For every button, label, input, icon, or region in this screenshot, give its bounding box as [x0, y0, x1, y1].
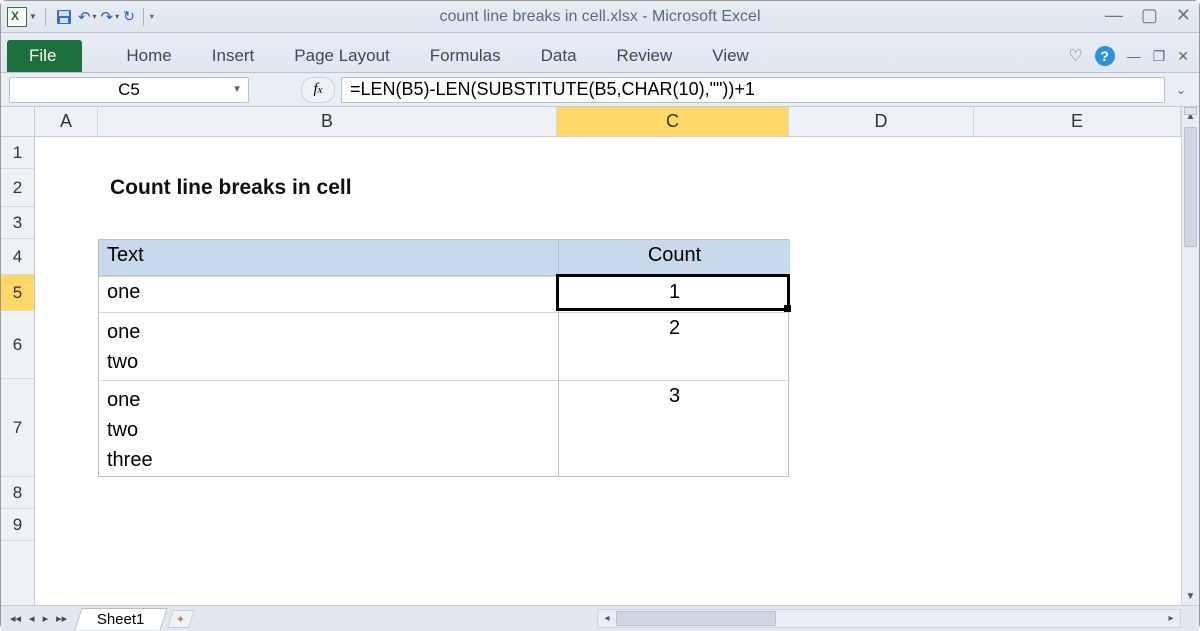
redo-dropdown-icon[interactable]: ▾ — [115, 12, 119, 21]
table-header-count: Count — [559, 240, 790, 276]
sheet-tab[interactable]: Sheet1 — [75, 608, 168, 630]
split-handle[interactable] — [1184, 107, 1197, 115]
col-header-e[interactable]: E — [974, 107, 1181, 136]
excel-logo-icon — [7, 7, 27, 27]
new-sheet-icon: ✦ — [176, 612, 185, 625]
sheet-heading: Count line breaks in cell — [104, 173, 358, 203]
sheet-nav-last-icon[interactable]: ▸▸ — [53, 610, 70, 627]
name-box[interactable]: C5 ▼ — [9, 77, 249, 103]
table-cell-count: 3 — [559, 380, 790, 478]
sheet-tab-bar: ◂◂ ◂ ▸ ▸▸ Sheet1 ✦ ◂ ▸ — [1, 605, 1199, 631]
formula-input[interactable] — [341, 77, 1165, 103]
maximize-icon[interactable]: ▢ — [1141, 5, 1158, 26]
table-cell-count: 1 — [559, 276, 790, 312]
scroll-right-icon[interactable]: ▸ — [1162, 613, 1180, 624]
col-header-b[interactable]: B — [98, 107, 557, 136]
refresh-icon[interactable]: ↻ — [123, 8, 135, 25]
tab-view[interactable]: View — [692, 40, 769, 72]
ribbon-minimize-icon[interactable]: ♡ — [1068, 46, 1082, 66]
col-header-a[interactable]: A — [35, 107, 98, 136]
table-cell-text: one two — [99, 312, 558, 380]
sheet-nav-first-icon[interactable]: ◂◂ — [7, 610, 24, 627]
name-box-dropdown-icon[interactable]: ▼ — [232, 84, 242, 95]
scroll-left-icon[interactable]: ◂ — [598, 613, 616, 624]
tab-page-layout[interactable]: Page Layout — [274, 40, 409, 72]
close-icon[interactable]: ✕ — [1176, 5, 1191, 26]
scroll-thumb[interactable] — [1184, 127, 1197, 247]
scroll-down-icon[interactable]: ▼ — [1182, 587, 1199, 605]
row-header-8[interactable]: 8 — [1, 477, 34, 509]
row-header-4[interactable]: 4 — [1, 239, 34, 275]
tab-data[interactable]: Data — [521, 40, 597, 72]
scroll-thumb[interactable] — [616, 611, 776, 626]
tab-home[interactable]: Home — [106, 40, 191, 72]
horizontal-scrollbar[interactable]: ◂ ▸ — [597, 609, 1181, 628]
data-table: Text Count one 1 one two 2 one two three… — [98, 239, 789, 477]
scroll-track[interactable] — [616, 610, 1162, 627]
redo-icon[interactable]: ↷ — [101, 8, 114, 26]
tab-formulas[interactable]: Formulas — [410, 40, 521, 72]
sheet-nav-next-icon[interactable]: ▸ — [40, 610, 52, 627]
minimize-icon[interactable]: ― — [1105, 5, 1123, 26]
help-icon[interactable]: ? — [1095, 46, 1115, 66]
vertical-scrollbar[interactable]: ▲ ▼ — [1181, 107, 1199, 605]
worksheet: A B C D E 1 2 3 4 5 6 7 8 9 Count line b… — [1, 107, 1199, 605]
formula-expand-icon[interactable]: ⌄ — [1171, 83, 1191, 97]
sheet-nav-prev-icon[interactable]: ◂ — [26, 610, 38, 627]
table-cell-text: one two three — [99, 380, 558, 478]
row-header-5[interactable]: 5 — [1, 275, 34, 311]
qat-customize-icon[interactable]: ▾ — [150, 12, 154, 21]
separator — [45, 8, 46, 26]
quick-access-toolbar: ▼ ↶▾ ↷▾ ↻ ▾ — [1, 7, 154, 27]
sheet-nav: ◂◂ ◂ ▸ ▸▸ — [1, 610, 70, 627]
title-bar: ▼ ↶▾ ↷▾ ↻ ▾ count line breaks in cell.xl… — [1, 1, 1199, 33]
file-tab[interactable]: File — [7, 40, 82, 72]
formula-bar: C5 ▼ fx ⌄ — [1, 73, 1199, 107]
grid[interactable]: Count line breaks in cell Text Count one… — [35, 137, 1181, 605]
workbook-restore-icon[interactable]: ❐ — [1153, 48, 1166, 65]
row-header-1[interactable]: 1 — [1, 137, 34, 169]
row-header-2[interactable]: 2 — [1, 169, 34, 207]
column-headers: A B C D E — [35, 107, 1181, 137]
new-sheet-button[interactable]: ✦ — [167, 610, 195, 628]
tab-review[interactable]: Review — [597, 40, 693, 72]
select-all-corner[interactable] — [1, 107, 35, 137]
col-header-d[interactable]: D — [789, 107, 974, 136]
undo-icon[interactable]: ↶ — [78, 8, 91, 26]
qat-dropdown-icon[interactable]: ▼ — [29, 12, 37, 21]
row-header-7[interactable]: 7 — [1, 379, 34, 477]
ribbon: File Home Insert Page Layout Formulas Da… — [1, 33, 1199, 73]
col-header-c[interactable]: C — [557, 107, 789, 136]
workbook-close-icon[interactable]: ✕ — [1177, 48, 1189, 65]
table-cell-text: one — [99, 276, 558, 312]
row-header-3[interactable]: 3 — [1, 207, 34, 239]
window-title: count line breaks in cell.xlsx - Microso… — [1, 8, 1199, 26]
tab-insert[interactable]: Insert — [192, 40, 275, 72]
save-icon[interactable] — [54, 7, 74, 27]
undo-dropdown-icon[interactable]: ▾ — [93, 12, 97, 21]
table-cell-count: 2 — [559, 312, 790, 380]
separator — [143, 8, 144, 26]
row-header-9[interactable]: 9 — [1, 509, 34, 541]
window-controls: ― ▢ ✕ — [1105, 5, 1191, 26]
workbook-minimize-icon[interactable]: ― — [1127, 48, 1141, 64]
sheet-tab-label: Sheet1 — [97, 611, 145, 628]
row-header-6[interactable]: 6 — [1, 311, 34, 379]
fx-button[interactable]: fx — [301, 77, 335, 103]
name-box-value: C5 — [118, 80, 140, 100]
row-headers: 1 2 3 4 5 6 7 8 9 — [1, 137, 35, 605]
table-header-text: Text — [99, 240, 558, 276]
